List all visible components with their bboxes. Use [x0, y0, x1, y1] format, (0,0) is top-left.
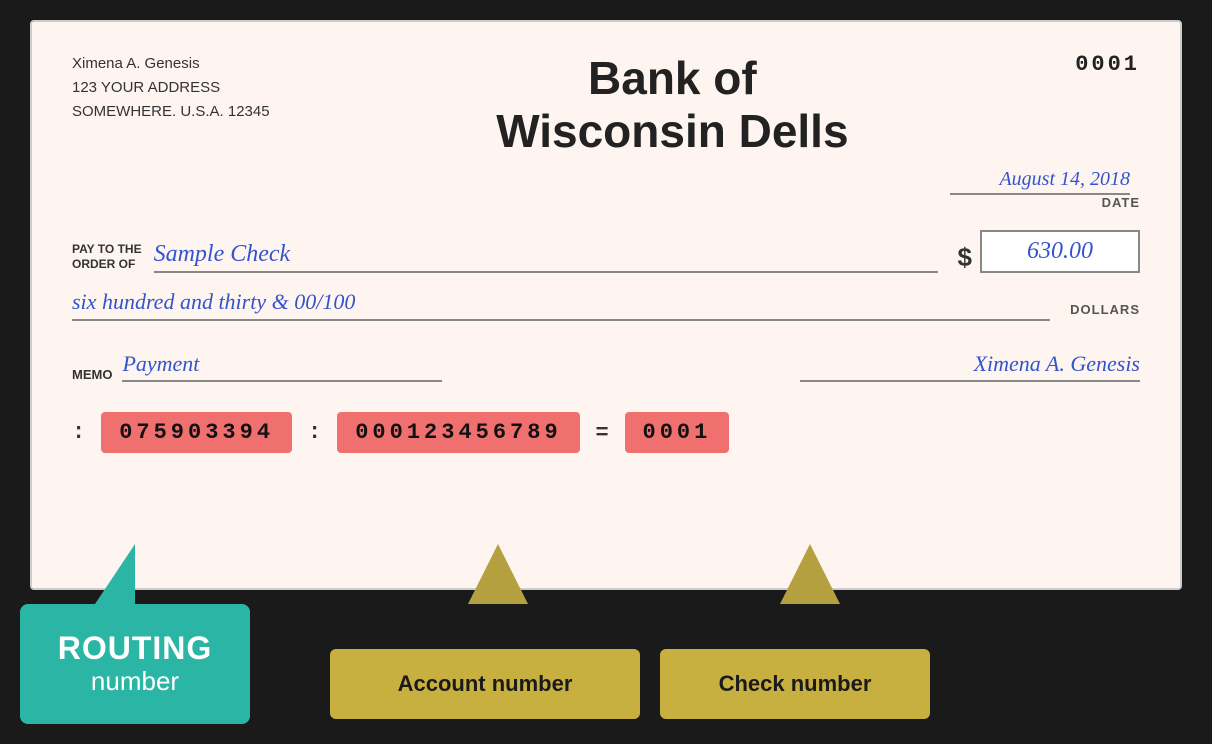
dollars-label: DOLLARS	[1070, 302, 1140, 317]
amount-box: 630.00	[980, 230, 1140, 273]
payer-info: Ximena A. Genesis 123 YOUR ADDRESS SOMEW…	[72, 52, 270, 124]
memo-label: MEMO	[72, 367, 112, 382]
pay-to-line: Sample Check	[154, 241, 938, 273]
routing-label-bottom: number	[91, 666, 179, 697]
date-row: August 14, 2018 DATE	[72, 168, 1140, 212]
payer-address1: 123 YOUR ADDRESS	[72, 76, 270, 100]
micr-symbol-left: :	[72, 420, 85, 445]
account-number-text: Account number	[398, 671, 573, 697]
check-number-top: 0001	[1075, 52, 1140, 77]
micr-symbol-right: :	[308, 420, 321, 445]
dollar-sign: $	[958, 242, 972, 273]
words-row: six hundred and thirty & 00/100 DOLLARS	[72, 289, 1140, 321]
routing-arrow	[95, 544, 135, 604]
bank-name: Bank of Wisconsin Dells	[300, 52, 1046, 158]
account-arrow	[468, 544, 528, 604]
pay-to-label: PAY TO THE ORDER OF	[72, 242, 142, 273]
check-header: Ximena A. Genesis 123 YOUR ADDRESS SOMEW…	[72, 52, 1140, 158]
memo-value: Payment	[122, 351, 199, 376]
micr-check-number: 0001	[625, 412, 730, 453]
check-number-text: Check number	[719, 671, 872, 697]
micr-equals-symbol: =	[596, 419, 609, 445]
pay-row: PAY TO THE ORDER OF Sample Check $ 630.0…	[72, 230, 1140, 273]
micr-account-number: 000123456789	[337, 412, 579, 453]
memo-line: Payment	[122, 351, 442, 382]
pay-to-value: Sample Check	[154, 241, 291, 267]
routing-label-box: ROUTING number	[20, 604, 250, 724]
payer-name: Ximena A. Genesis	[72, 52, 270, 76]
memo-row: MEMO Payment Ximena A. Genesis	[72, 351, 1140, 382]
check-number-arrow	[780, 544, 840, 604]
micr-routing-number: 075903394	[101, 412, 292, 453]
date-block: August 14, 2018 DATE	[950, 168, 1140, 212]
routing-label-top: ROUTING	[58, 631, 213, 666]
check-number-label: Check number	[660, 649, 930, 719]
check-card: Ximena A. Genesis 123 YOUR ADDRESS SOMEW…	[30, 20, 1182, 590]
date-label: DATE	[1102, 195, 1140, 210]
payer-address2: SOMEWHERE. U.S.A. 12345	[72, 100, 270, 124]
signature-line: Ximena A. Genesis	[800, 351, 1140, 382]
date-value: August 14, 2018	[950, 168, 1130, 195]
account-number-label: Account number	[330, 649, 640, 719]
micr-row: : 075903394 : 000123456789 = 0001	[72, 412, 1140, 453]
signature-value: Ximena A. Genesis	[974, 351, 1140, 376]
amount-words: six hundred and thirty & 00/100	[72, 289, 1050, 321]
